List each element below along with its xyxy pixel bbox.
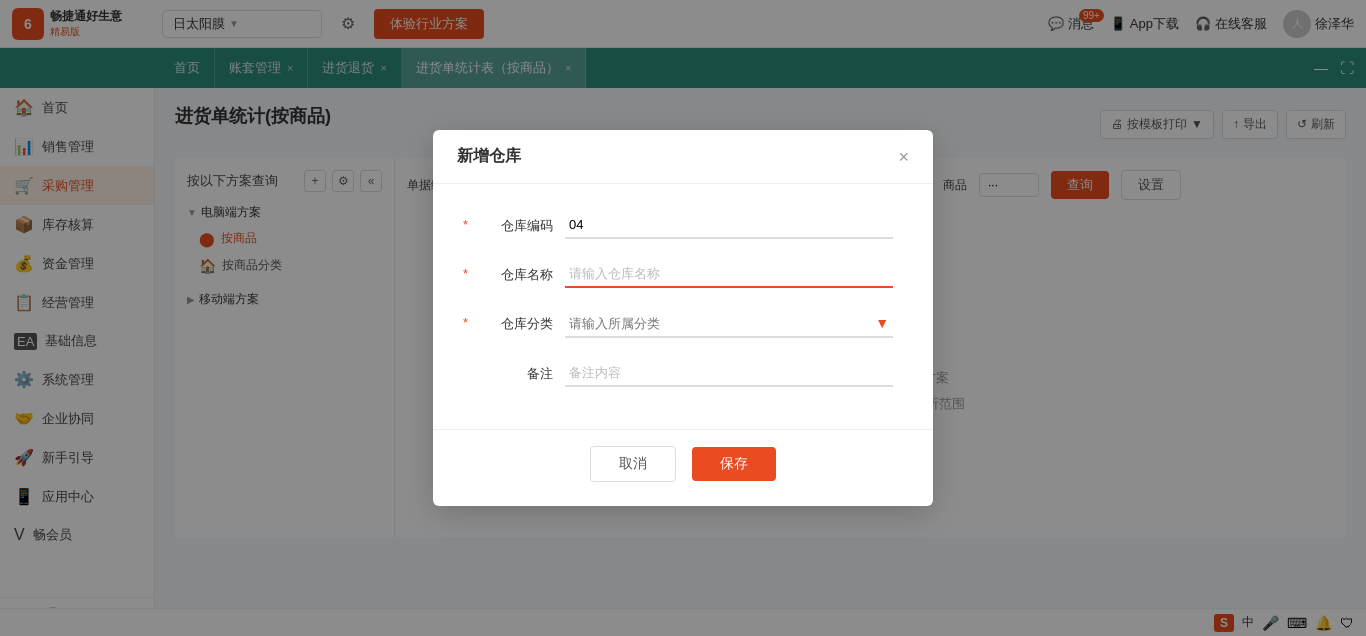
- category-select-input[interactable]: [569, 316, 875, 331]
- modal-footer: 取消 保存: [433, 430, 933, 506]
- modal-body: 仓库编码 仓库名称 仓库分类 ▼ 备注: [433, 184, 933, 429]
- new-warehouse-modal: 新增仓库 × 仓库编码 仓库名称 仓库分类 ▼: [433, 130, 933, 506]
- modal-close-icon[interactable]: ×: [898, 148, 909, 166]
- warehouse-code-input[interactable]: [565, 212, 893, 239]
- form-row-remark: 备注: [473, 360, 893, 387]
- remark-input[interactable]: [565, 360, 893, 387]
- warehouse-name-input[interactable]: [565, 261, 893, 288]
- category-dropdown-icon: ▼: [875, 315, 889, 331]
- category-select[interactable]: ▼: [565, 310, 893, 338]
- modal-title: 新增仓库: [457, 146, 521, 167]
- modal-overlay: 新增仓库 × 仓库编码 仓库名称 仓库分类 ▼: [0, 0, 1366, 636]
- modal-header: 新增仓库 ×: [433, 130, 933, 184]
- category-label: 仓库分类: [473, 315, 553, 333]
- save-button[interactable]: 保存: [692, 447, 776, 481]
- cancel-button[interactable]: 取消: [590, 446, 676, 482]
- form-row-category: 仓库分类 ▼: [473, 310, 893, 338]
- code-label: 仓库编码: [473, 217, 553, 235]
- remark-label: 备注: [473, 365, 553, 383]
- form-row-code: 仓库编码: [473, 212, 893, 239]
- form-row-name: 仓库名称: [473, 261, 893, 288]
- name-label: 仓库名称: [473, 266, 553, 284]
